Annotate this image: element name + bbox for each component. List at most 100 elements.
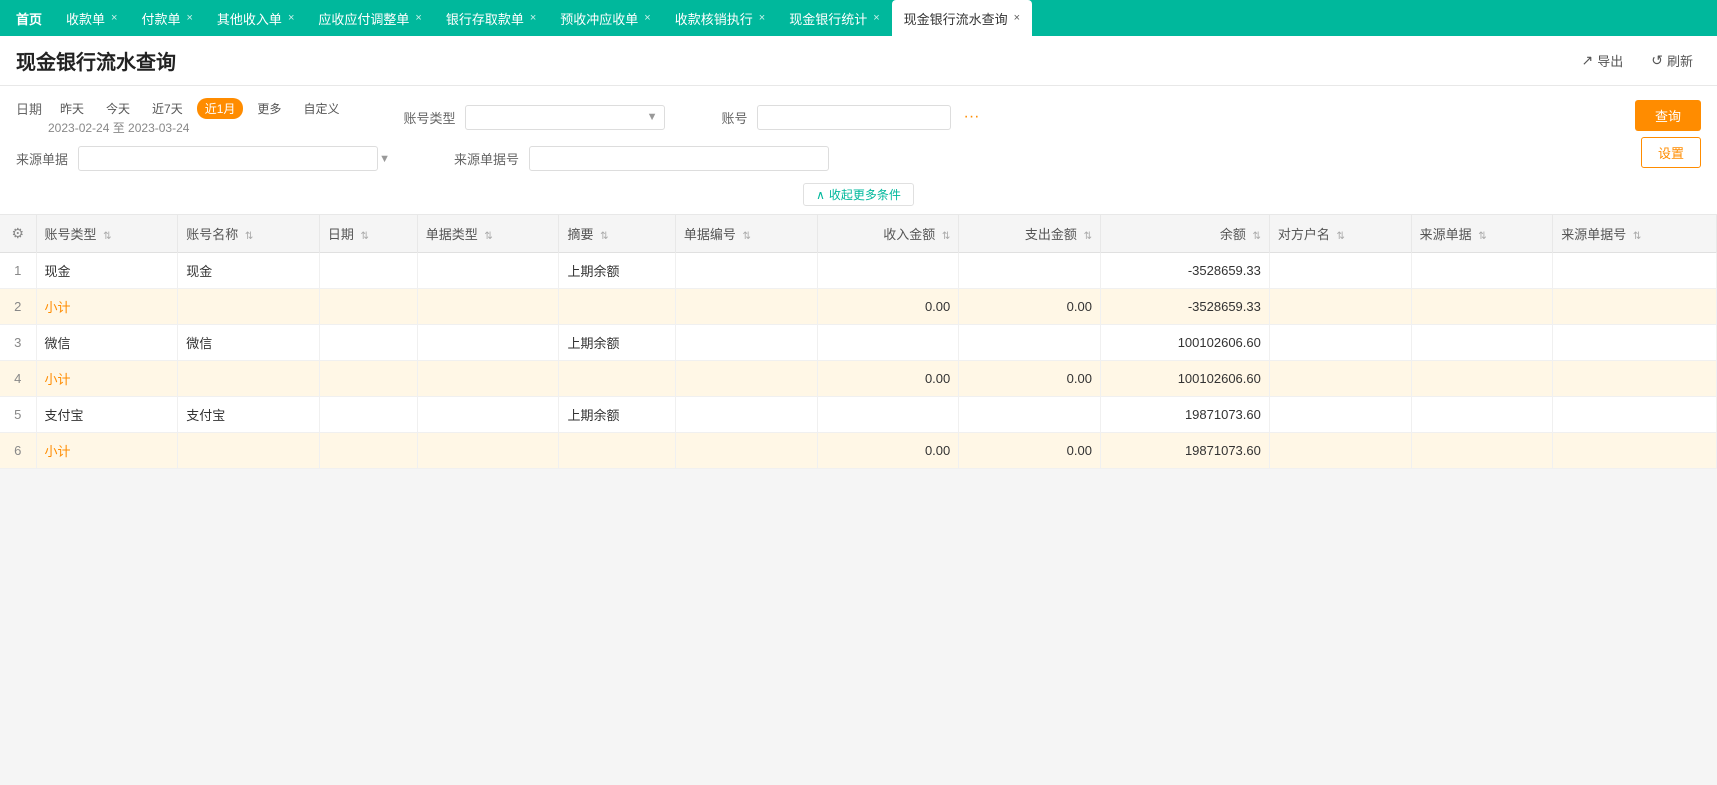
table-cell: 3 <box>0 325 36 361</box>
data-table: ⚙ 账号类型 ⇅ 账号名称 ⇅ 日期 ⇅ 单据类型 ⇅ <box>0 215 1717 469</box>
sort-doc-no-icon: ⇅ <box>742 231 750 242</box>
date-yesterday[interactable]: 昨天 <box>52 98 92 119</box>
account-no-dots-button[interactable]: ··· <box>957 106 985 128</box>
col-doc-no[interactable]: 单据编号 ⇅ <box>675 215 817 253</box>
col-summary[interactable]: 摘要 ⇅ <box>559 215 675 253</box>
table-cell <box>817 325 959 361</box>
nav-prepay[interactable]: 预收冲应收单 × <box>548 0 662 36</box>
table-row: 1现金现金上期余额-3528659.33 <box>0 253 1717 289</box>
nav-bank-deposit[interactable]: 银行存取款单 × <box>434 0 548 36</box>
source-row: 来源单据 ▼ 来源单据号 <box>16 146 1635 171</box>
source-doc-no-group: 来源单据号 <box>454 146 829 171</box>
date-7days[interactable]: 近7天 <box>144 98 191 119</box>
col-source-doc[interactable]: 来源单据 ⇅ <box>1411 215 1553 253</box>
nav-fukuan[interactable]: 付款单 × <box>129 0 204 36</box>
nav-other-income[interactable]: 其他收入单 × <box>205 0 306 36</box>
source-doc-label: 来源单据 <box>16 149 68 168</box>
close-shoukuan-icon[interactable]: × <box>111 12 117 24</box>
source-doc-select[interactable] <box>78 146 378 171</box>
table-cell: 现金 <box>36 253 178 289</box>
table-cell: 2 <box>0 289 36 325</box>
gear-icon[interactable]: ⚙ <box>11 225 24 241</box>
table-header-row: ⚙ 账号类型 ⇅ 账号名称 ⇅ 日期 ⇅ 单据类型 ⇅ <box>0 215 1717 253</box>
table-cell <box>1553 397 1717 433</box>
nav-bank-stats[interactable]: 现金银行统计 × <box>777 0 891 36</box>
refresh-button[interactable]: ↺ 刷新 <box>1643 47 1701 74</box>
date-1month[interactable]: 近1月 <box>197 98 244 119</box>
table-cell <box>417 433 559 469</box>
account-no-group: 账号 ··· <box>721 105 985 130</box>
collapse-button[interactable]: ∧ 收起更多条件 <box>803 183 914 206</box>
query-button[interactable]: 查询 <box>1635 100 1701 131</box>
table-cell: -3528659.33 <box>1100 289 1269 325</box>
table-cell: 小计 <box>36 361 178 397</box>
settings-button[interactable]: 设置 <box>1641 137 1701 168</box>
sort-account-type-icon: ⇅ <box>103 231 111 242</box>
col-account-type[interactable]: 账号类型 ⇅ <box>36 215 178 253</box>
col-gear[interactable]: ⚙ <box>0 215 36 253</box>
table-cell <box>1553 325 1717 361</box>
col-income[interactable]: 收入金额 ⇅ <box>817 215 959 253</box>
date-range-text: 2023-02-24 至 2023-03-24 <box>20 119 189 136</box>
refresh-icon: ↺ <box>1651 52 1663 69</box>
date-more[interactable]: 更多 <box>249 98 289 119</box>
col-doc-type[interactable]: 单据类型 ⇅ <box>417 215 559 253</box>
collapse-row: ∧ 收起更多条件 <box>16 183 1701 206</box>
top-nav: 首页 收款单 × 付款单 × 其他收入单 × 应收应付调整单 × 银行存取款单 … <box>0 0 1717 36</box>
col-date[interactable]: 日期 ⇅ <box>319 215 417 253</box>
table-cell <box>675 253 817 289</box>
close-bank-deposit-icon[interactable]: × <box>530 12 536 24</box>
close-bank-stats-icon[interactable]: × <box>873 12 879 24</box>
source-doc-select-wrapper: ▼ <box>78 146 398 171</box>
table-cell <box>319 397 417 433</box>
table-cell: 现金 <box>178 253 320 289</box>
table-cell <box>1411 397 1553 433</box>
table-cell: 0.00 <box>959 361 1101 397</box>
table-cell <box>1411 253 1553 289</box>
table-cell: 上期余额 <box>559 397 675 433</box>
table-cell <box>319 361 417 397</box>
table-cell <box>1553 289 1717 325</box>
table-cell <box>417 289 559 325</box>
account-no-input[interactable] <box>757 105 951 130</box>
sort-date-icon: ⇅ <box>361 231 369 242</box>
col-counterparty[interactable]: 对方户名 ⇅ <box>1269 215 1411 253</box>
close-prepay-icon[interactable]: × <box>644 12 650 24</box>
table-cell: -3528659.33 <box>1100 253 1269 289</box>
table-cell: 上期余额 <box>559 325 675 361</box>
nav-shoukuan[interactable]: 收款单 × <box>54 0 129 36</box>
date-options: 昨天 今天 近7天 近1月 更多 自定义 <box>52 98 347 119</box>
table-cell <box>817 253 959 289</box>
page-header: 现金银行流水查询 ↗ 导出 ↺ 刷新 <box>0 36 1717 86</box>
table-cell <box>178 289 320 325</box>
account-no-label: 账号 <box>721 108 747 127</box>
nav-bank-flow[interactable]: 现金银行流水查询 × <box>892 0 1032 36</box>
close-other-income-icon[interactable]: × <box>288 12 294 24</box>
table-cell <box>1411 289 1553 325</box>
close-bank-flow-icon[interactable]: × <box>1014 12 1020 24</box>
table-cell: 微信 <box>36 325 178 361</box>
col-source-doc-no[interactable]: 来源单据号 ⇅ <box>1553 215 1717 253</box>
table-cell <box>675 361 817 397</box>
export-button[interactable]: ↗ 导出 <box>1574 47 1632 74</box>
table-cell: 0.00 <box>817 361 959 397</box>
nav-adjust[interactable]: 应收应付调整单 × <box>306 0 433 36</box>
col-balance[interactable]: 余额 ⇅ <box>1100 215 1269 253</box>
close-fukuan-icon[interactable]: × <box>186 12 192 24</box>
source-doc-no-input[interactable] <box>529 146 829 171</box>
table-cell <box>1553 433 1717 469</box>
nav-home[interactable]: 首页 <box>4 0 54 36</box>
close-adjust-icon[interactable]: × <box>415 12 421 24</box>
nav-verify[interactable]: 收款核销执行 × <box>663 0 777 36</box>
table-cell: 0.00 <box>959 289 1101 325</box>
date-today[interactable]: 今天 <box>98 98 138 119</box>
date-custom[interactable]: 自定义 <box>295 98 347 119</box>
col-expense[interactable]: 支出金额 ⇅ <box>959 215 1101 253</box>
close-verify-icon[interactable]: × <box>759 12 765 24</box>
table-cell <box>959 325 1101 361</box>
table-cell <box>178 361 320 397</box>
table-cell <box>959 253 1101 289</box>
account-type-select[interactable] <box>465 105 665 130</box>
col-account-name[interactable]: 账号名称 ⇅ <box>178 215 320 253</box>
filter-row-1: 日期 昨天 今天 近7天 近1月 更多 自定义 2023-02-24 至 202… <box>16 98 1635 136</box>
